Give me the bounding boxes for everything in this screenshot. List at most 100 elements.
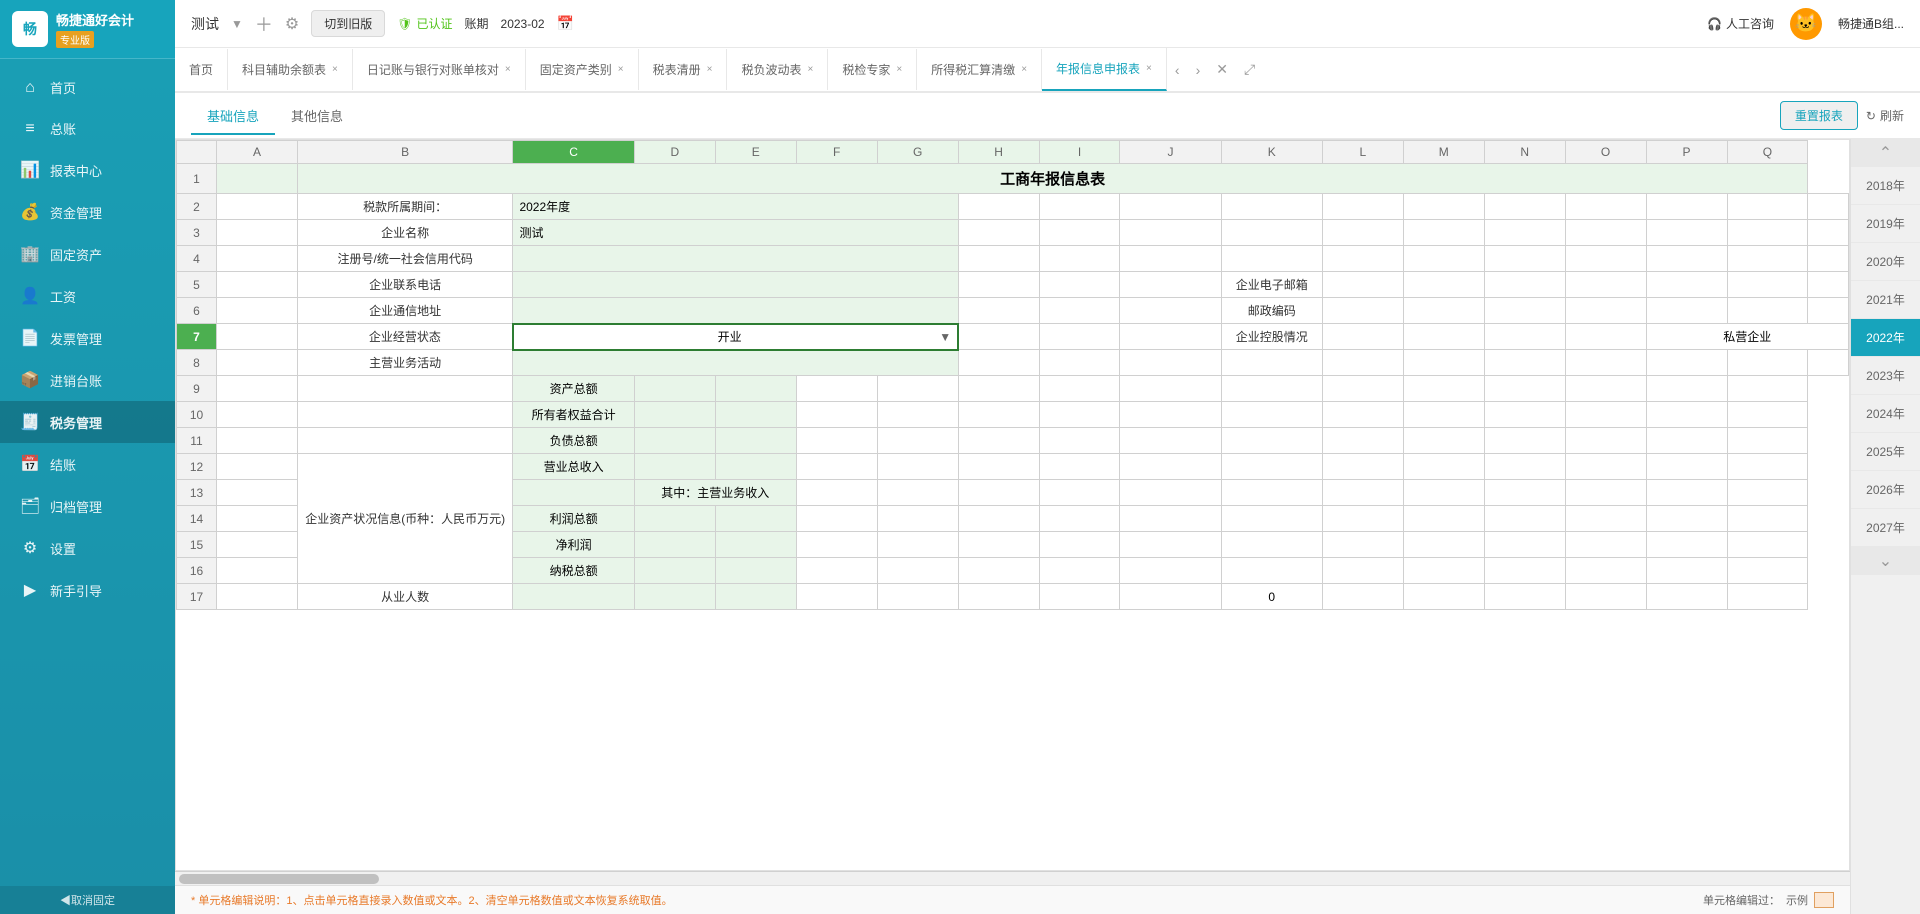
cell-15-N[interactable]	[1484, 532, 1565, 558]
cell-6-F[interactable]	[958, 298, 1039, 324]
year-2024[interactable]: 2024年	[1851, 395, 1920, 433]
sidebar-item-archive[interactable]: 🗂 归档管理	[0, 485, 175, 527]
cell-11-M[interactable]	[1403, 428, 1484, 454]
cell-4-A[interactable]	[217, 246, 298, 272]
cell-2-K[interactable]	[1322, 194, 1403, 220]
cell-10-A[interactable]	[217, 402, 298, 428]
cell-13-H[interactable]	[958, 480, 1039, 506]
cell-16-N[interactable]	[1484, 558, 1565, 584]
cell-13-P[interactable]	[1646, 480, 1727, 506]
year-2021[interactable]: 2021年	[1851, 281, 1920, 319]
cell-4-Q[interactable]	[1808, 246, 1849, 272]
cell-11-B[interactable]	[297, 428, 513, 454]
cell-3-N[interactable]	[1565, 220, 1646, 246]
cell-6-B[interactable]: 企业通信地址	[297, 298, 513, 324]
sidebar-item-close[interactable]: 📅 结账	[0, 443, 175, 485]
cell-4-K[interactable]	[1322, 246, 1403, 272]
cell-3-C[interactable]: 测试	[513, 220, 958, 246]
cell-13-K[interactable]	[1221, 480, 1322, 506]
sidebar-item-asset[interactable]: 🏢 固定资产	[0, 233, 175, 275]
cell-15-K[interactable]	[1221, 532, 1322, 558]
cell-4-N[interactable]	[1565, 246, 1646, 272]
cell-10-J[interactable]	[1120, 402, 1221, 428]
cell-16-J[interactable]	[1120, 558, 1221, 584]
cell-2-O[interactable]	[1646, 194, 1727, 220]
cell-14-P[interactable]	[1646, 506, 1727, 532]
cell-8-H[interactable]	[1120, 350, 1221, 376]
cell-14-N[interactable]	[1484, 506, 1565, 532]
sidebar-item-fund[interactable]: 💰 资金管理	[0, 191, 175, 233]
cell-6-Q[interactable]	[1808, 298, 1849, 324]
cell-17-D[interactable]	[634, 584, 715, 610]
refresh-button[interactable]: ↻ 刷新	[1866, 107, 1904, 124]
cell-17-O[interactable]	[1565, 584, 1646, 610]
cell-2-A[interactable]	[217, 194, 298, 220]
sidebar-item-invoice[interactable]: 📄 发票管理	[0, 317, 175, 359]
cell-8-M[interactable]	[1484, 350, 1565, 376]
cell-8-O[interactable]	[1646, 350, 1727, 376]
cell-3-H[interactable]	[1120, 220, 1221, 246]
year-2025[interactable]: 2025年	[1851, 433, 1920, 471]
cell-12-E[interactable]	[715, 454, 796, 480]
cell-8-K[interactable]	[1322, 350, 1403, 376]
cell-5-A[interactable]	[217, 272, 298, 298]
cell-11-E[interactable]	[715, 428, 796, 454]
cell-11-K[interactable]	[1221, 428, 1322, 454]
cell-12-A[interactable]	[217, 454, 298, 480]
year-2026[interactable]: 2026年	[1851, 471, 1920, 509]
cell-15-C[interactable]: 净利润	[513, 532, 634, 558]
cell-12-Q[interactable]	[1727, 454, 1808, 480]
year-2027[interactable]: 2027年	[1851, 509, 1920, 547]
sub-tab-basic[interactable]: 基础信息	[191, 98, 275, 135]
cell-9-F[interactable]	[796, 376, 877, 402]
cell-9-G[interactable]	[877, 376, 958, 402]
cell-9-N[interactable]	[1484, 376, 1565, 402]
cell-10-L[interactable]	[1322, 402, 1403, 428]
add-tab-btn[interactable]: ＋	[255, 11, 273, 37]
cell-15-O[interactable]	[1565, 532, 1646, 558]
tab-close-annual[interactable]: ×	[1146, 63, 1152, 74]
cell-14-G[interactable]	[877, 506, 958, 532]
tab-aux[interactable]: 科目辅助余额表 ×	[228, 49, 353, 90]
cell-9-M[interactable]	[1403, 376, 1484, 402]
cell-9-P[interactable]	[1646, 376, 1727, 402]
cell-7-G[interactable]	[1039, 324, 1120, 350]
cell-11-N[interactable]	[1484, 428, 1565, 454]
cell-5-G[interactable]	[1039, 272, 1120, 298]
cell-9-B[interactable]	[297, 376, 513, 402]
tab-close-aux[interactable]: ×	[332, 64, 338, 75]
scroll-thumb[interactable]	[179, 874, 379, 884]
sidebar-item-settings[interactable]: ⚙ 设置	[0, 527, 175, 569]
tab-annual[interactable]: 年报信息申报表 ×	[1042, 48, 1167, 91]
cell-11-G[interactable]	[877, 428, 958, 454]
cell-15-Q[interactable]	[1727, 532, 1808, 558]
cell-11-Q[interactable]	[1727, 428, 1808, 454]
cell-13-C[interactable]	[513, 480, 634, 506]
topbar-arrow-icon[interactable]: ▼	[231, 17, 243, 31]
cell-8-J[interactable]	[1221, 350, 1322, 376]
cell-11-P[interactable]	[1646, 428, 1727, 454]
cell-14-I[interactable]	[1039, 506, 1120, 532]
cell-3-Q[interactable]	[1808, 220, 1849, 246]
cell-15-G[interactable]	[877, 532, 958, 558]
cell-8-P[interactable]	[1727, 350, 1808, 376]
cell-4-B[interactable]: 注册号/统一社会信用代码	[297, 246, 513, 272]
cell-6-K[interactable]	[1322, 298, 1403, 324]
cell-15-E[interactable]	[715, 532, 796, 558]
cell-15-A[interactable]	[217, 532, 298, 558]
tab-close-income[interactable]: ×	[1021, 64, 1027, 75]
cell-9-A[interactable]	[217, 376, 298, 402]
cell-3-F[interactable]	[958, 220, 1039, 246]
sidebar-item-inventory[interactable]: 📦 进销台账	[0, 359, 175, 401]
cell-16-C[interactable]: 纳税总额	[513, 558, 634, 584]
tab-taxform[interactable]: 税表清册 ×	[639, 49, 728, 90]
cell-16-M[interactable]	[1403, 558, 1484, 584]
cell-14-Q[interactable]	[1727, 506, 1808, 532]
cell-7-N[interactable]	[1565, 324, 1646, 350]
cell-2-N[interactable]	[1565, 194, 1646, 220]
sidebar-item-report[interactable]: 📊 报表中心	[0, 149, 175, 191]
cell-12-F[interactable]	[796, 454, 877, 480]
cell-7-B[interactable]: 企业经营状态	[297, 324, 513, 350]
cell-14-O[interactable]	[1565, 506, 1646, 532]
cell-6-A[interactable]	[217, 298, 298, 324]
